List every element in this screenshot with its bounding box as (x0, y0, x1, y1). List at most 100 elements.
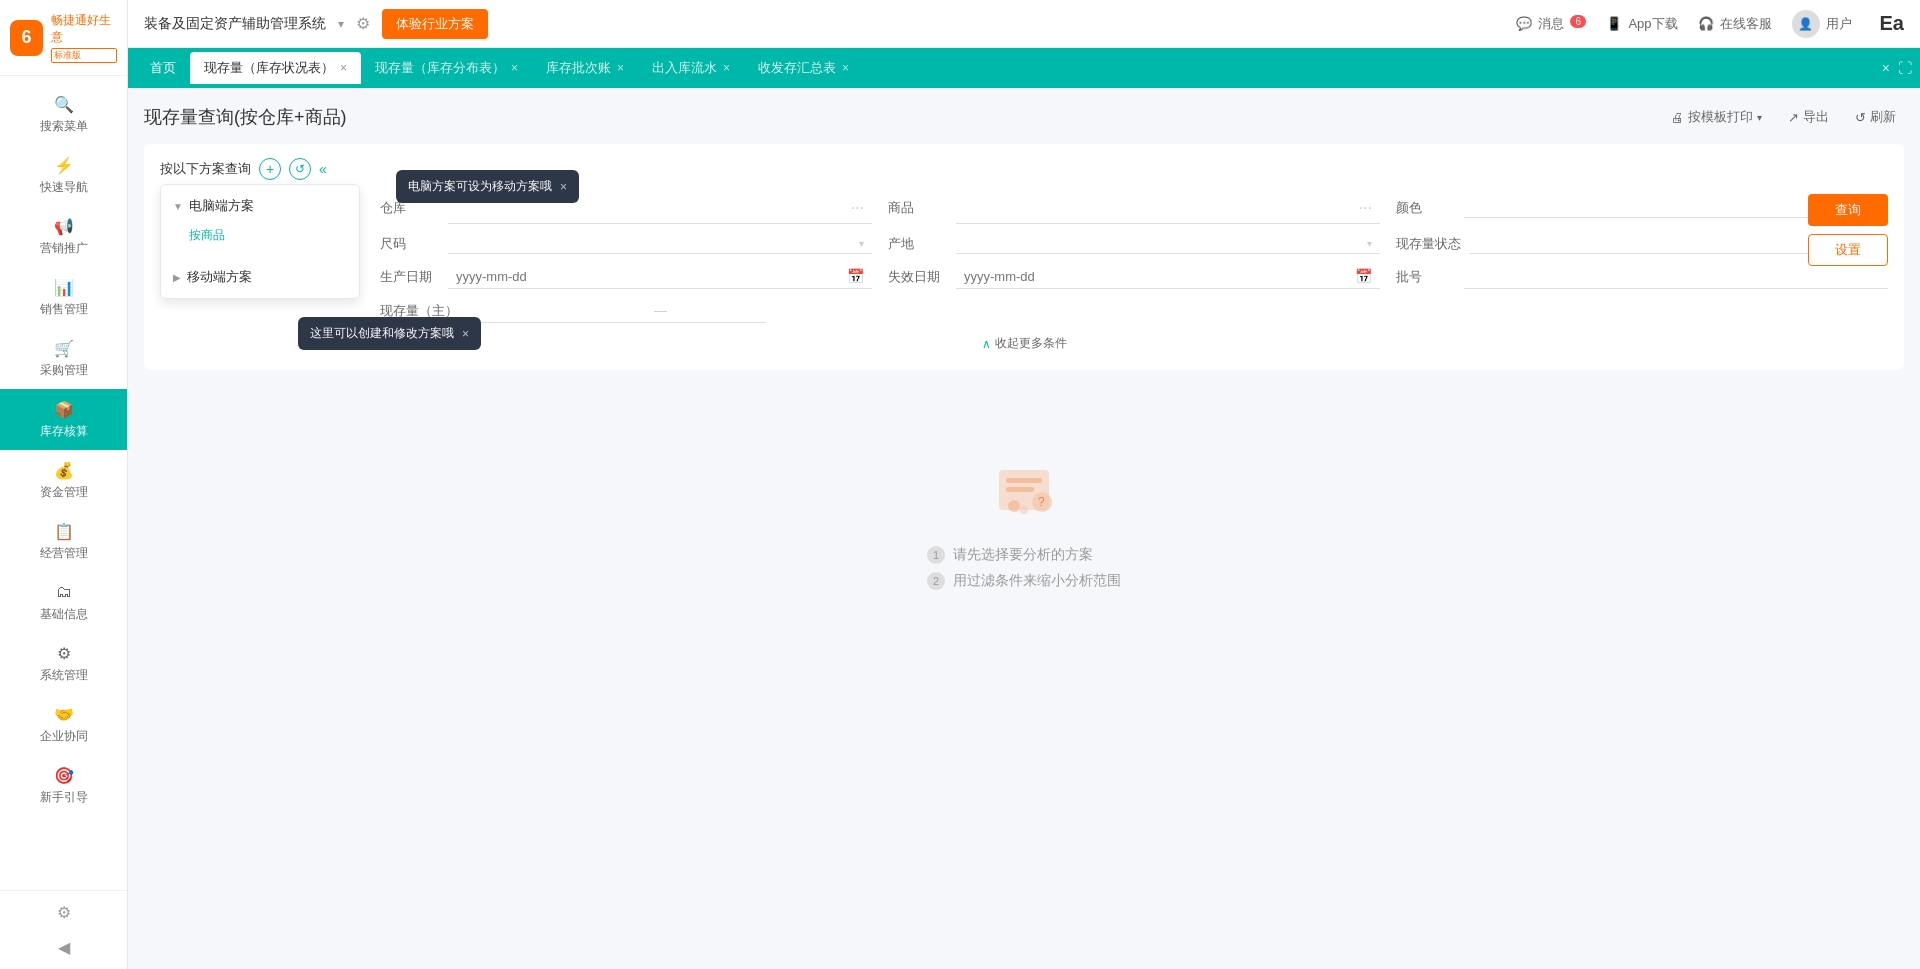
collapse-label: 收起更多条件 (995, 335, 1067, 352)
tab-home-label: 首页 (150, 59, 176, 77)
exp-date-icon[interactable]: 📅 (1355, 268, 1372, 284)
amount-min-input[interactable] (466, 299, 650, 322)
size-field-label: 尺码 (380, 235, 440, 253)
tab-home[interactable]: 首页 (136, 52, 190, 84)
tab-stock-flow[interactable]: 出入库流水 × (638, 52, 744, 84)
sidebar-item-system[interactable]: ⚙ 系统管理 (0, 633, 127, 694)
sidebar-item-operations[interactable]: 📋 经营管理 (0, 511, 127, 572)
sidebar-label-operations: 经营管理 (40, 545, 88, 562)
sidebar-item-quick-nav[interactable]: ⚡ 快速导航 (0, 145, 127, 206)
search-icon: 🔍 (54, 94, 74, 114)
tip-num-1: 1 (927, 546, 945, 564)
tooltip-desktop-scheme: 电脑方案可设为移动方案哦 × (396, 170, 579, 203)
sidebar-item-purchase[interactable]: 🛒 采购管理 (0, 328, 127, 389)
sidebar-item-base-info[interactable]: 🗂 基础信息 (0, 572, 127, 633)
ea-text: Ea (1880, 12, 1904, 35)
svg-rect-1 (1006, 478, 1042, 483)
filter-row-3: 生产日期 📅 失效日期 📅 批号 (380, 264, 1888, 289)
app-download-icon: 📱 (1606, 16, 1622, 31)
filter-arrow-button[interactable]: « (319, 161, 327, 177)
prod-date-start-icon[interactable]: 📅 (847, 268, 864, 284)
filter-field-exp-date: 失效日期 📅 (888, 264, 1380, 289)
page-title-bar: 现存量查询(按仓库+商品) 🖨 按模板打印 ▾ ↗ 导出 ↺ 刷新 (144, 104, 1904, 130)
sidebar-item-guide[interactable]: 🎯 新手引导 (0, 755, 127, 816)
filter-field-goods: 商品 ··· (888, 192, 1380, 224)
tab-inventory-status-close[interactable]: × (340, 61, 347, 75)
base-info-icon: 🗂 (54, 582, 74, 602)
tooltip1-close[interactable]: × (560, 180, 567, 194)
tab-stock-flow-close[interactable]: × (723, 61, 730, 75)
export-btn[interactable]: ↗ 导出 (1780, 104, 1837, 130)
exp-date-range: 📅 (956, 264, 1380, 289)
sidebar-item-sales[interactable]: 📊 销售管理 (0, 267, 127, 328)
scheme-group-mobile-header[interactable]: ▶ 移动端方案 (161, 262, 359, 292)
sidebar: 6 畅捷通好生意 标准版 🔍 搜索菜单 ⚡ 快速导航 📢 营销推广 📊 销售管理… (0, 0, 128, 969)
scheme-group-desktop-header[interactable]: ▼ 电脑端方案 (161, 191, 359, 221)
tab-inventory-status[interactable]: 现存量（库存状况表） × (190, 52, 361, 84)
warehouse-icon: 📦 (54, 399, 74, 419)
sidebar-label-system: 系统管理 (40, 667, 88, 684)
filter-refresh-button[interactable]: ↺ (289, 158, 311, 180)
tab-inventory-status-label: 现存量（库存状况表） (204, 59, 334, 77)
trial-button[interactable]: 体验行业方案 (382, 9, 488, 39)
filter-label: 按以下方案查询 (160, 160, 251, 178)
amount-max-input[interactable] (671, 299, 855, 322)
user-avatar: 👤 (1792, 10, 1820, 38)
sidebar-item-warehouse[interactable]: 📦 库存核算 (0, 389, 127, 450)
tooltip-edit-scheme: 这里可以创建和修改方案哦 × (298, 317, 481, 350)
refresh-btn[interactable]: ↺ 刷新 (1847, 104, 1904, 130)
batch-input[interactable] (1464, 265, 1888, 289)
origin-select-arrow: ▾ (1367, 238, 1372, 249)
header-settings-icon[interactable]: ⚙ (356, 14, 370, 33)
goods-input-wrapper[interactable]: ··· (956, 192, 1380, 224)
size-select-arrow: ▾ (859, 238, 864, 249)
sidebar-label-enterprise: 企业协同 (40, 728, 88, 745)
export-label: 导出 (1803, 108, 1829, 126)
online-support-action[interactable]: 🎧 在线客服 (1698, 15, 1772, 33)
tab-inventory-dist-close[interactable]: × (511, 61, 518, 75)
tab-inventory-dist-label: 现存量（库存分布表） (375, 59, 505, 77)
message-action[interactable]: 💬 消息 6 (1516, 15, 1586, 33)
batch-field-label: 批号 (1396, 268, 1456, 286)
sidebar-item-marketing[interactable]: 📢 营销推广 (0, 206, 127, 267)
collapse-sidebar-icon[interactable]: ◀ (58, 938, 70, 957)
message-badge: 6 (1570, 15, 1586, 28)
tab-collection-summary-close[interactable]: × (842, 61, 849, 75)
app-download-action[interactable]: 📱 App下载 (1606, 15, 1677, 33)
exp-date-start[interactable] (964, 269, 1347, 284)
tab-batch-ledger-close[interactable]: × (617, 61, 624, 75)
user-action[interactable]: 👤 用户 (1792, 10, 1852, 38)
goods-input[interactable] (964, 196, 1359, 219)
system-title-dropdown[interactable]: ▾ (338, 17, 344, 31)
filter-add-button[interactable]: + (259, 158, 281, 180)
tab-close-all-icon[interactable]: × (1882, 60, 1890, 76)
tab-fullscreen-icon[interactable]: ⛶ (1898, 60, 1912, 76)
prod-date-start[interactable] (456, 269, 839, 284)
search-button[interactable]: 查询 (1808, 194, 1888, 226)
tab-stock-flow-label: 出入库流水 (652, 59, 717, 77)
sidebar-nav: 🔍 搜索菜单 ⚡ 快速导航 📢 营销推广 📊 销售管理 🛒 采购管理 📦 库存核… (0, 76, 127, 890)
size-select[interactable]: ▾ (448, 234, 872, 254)
template-print-btn[interactable]: 🖨 按模板打印 ▾ (1663, 104, 1770, 130)
page-actions: 🖨 按模板打印 ▾ ↗ 导出 ↺ 刷新 (1663, 104, 1904, 130)
sidebar-item-search[interactable]: 🔍 搜索菜单 (0, 84, 127, 145)
header-left: 装备及固定资产辅助管理系统 ▾ ⚙ 体验行业方案 (144, 9, 488, 39)
empty-state: ? 1 请先选择要分析的方案 2 用过滤条件来缩小分析范围 (144, 370, 1904, 670)
scheme-item-by-goods[interactable]: 按商品 (161, 221, 359, 250)
scheme-expand-arrow: ▼ (173, 201, 183, 212)
settings-footer-icon[interactable]: ⚙ (57, 903, 71, 922)
tab-batch-ledger[interactable]: 库存批次账 × (532, 52, 638, 84)
online-support-icon: 🎧 (1698, 16, 1714, 31)
scheme-group-desktop: ▼ 电脑端方案 按商品 (161, 185, 359, 256)
reset-button[interactable]: 设置 (1808, 234, 1888, 266)
sidebar-item-enterprise[interactable]: 🤝 企业协同 (0, 694, 127, 755)
sidebar-item-finance[interactable]: 💰 资金管理 (0, 450, 127, 511)
sidebar-label-guide: 新手引导 (40, 789, 88, 806)
sidebar-label-warehouse: 库存核算 (40, 423, 88, 440)
tooltip2-close[interactable]: × (462, 327, 469, 341)
goods-dots-icon[interactable]: ··· (1359, 199, 1372, 217)
tab-collection-summary[interactable]: 收发存汇总表 × (744, 52, 863, 84)
origin-select[interactable]: ▾ (956, 234, 1380, 254)
tab-inventory-dist[interactable]: 现存量（库存分布表） × (361, 52, 532, 84)
warehouse-dots-icon[interactable]: ··· (851, 199, 864, 217)
